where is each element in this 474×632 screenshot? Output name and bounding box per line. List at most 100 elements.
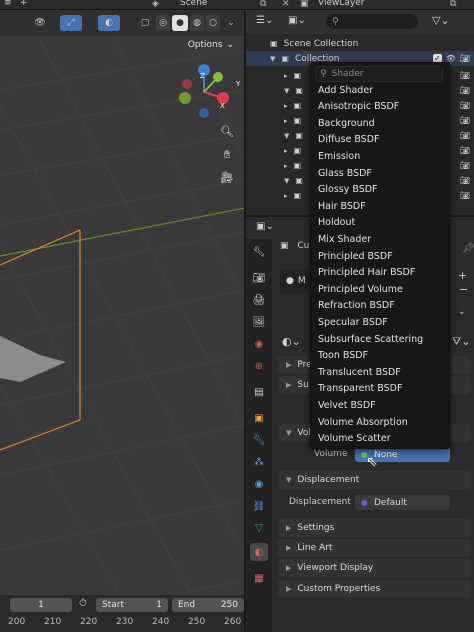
render-tab-icon[interactable]: 📷︎ [250,269,268,287]
slot-specials-icon[interactable]: ⌄ [458,307,466,317]
shader-menu-item[interactable]: Emission [318,148,446,164]
shader-menu-item[interactable]: Principled Hair BSDF [318,265,446,281]
object-tab-icon[interactable]: ▣ [250,409,268,427]
camera-render-icon[interactable]: 📷︎ [460,54,470,63]
overlay-toggle-icon[interactable]: ◐ [98,15,120,31]
material-browse-icon[interactable]: ◐⌄ [282,335,301,348]
material-tab-icon[interactable]: ◐ [250,543,268,561]
shader-menu-item[interactable]: Glossy BSDF [318,182,446,198]
camera-render-icon[interactable]: 📷︎ [460,71,470,80]
camera-render-icon[interactable]: 📷︎ [460,116,470,125]
expand-arrow-icon[interactable]: ▸ [284,162,288,170]
expand-arrow-icon[interactable]: ▼ [270,55,275,63]
particles-tab-icon[interactable]: ⁂ [250,453,268,471]
shader-menu-item[interactable]: Background [318,115,446,131]
shader-menu-item[interactable]: Subsurface Scattering [318,331,446,347]
panel-line-art[interactable]: ▶ Line Art [278,539,470,557]
shader-menu-item[interactable]: Refraction BSDF [318,298,446,314]
collection-tab-icon[interactable]: ▤ [250,383,268,401]
filter-icon[interactable]: ▽⌄ [432,14,450,27]
editor-type-icon[interactable]: ☰⌄ [256,15,273,26]
outliner-row-scene-collection[interactable]: ▣ Scene Collection [246,36,474,51]
shader-menu-item[interactable]: Toon BSDF [318,348,446,364]
expand-arrow-icon[interactable]: ▼ [284,132,289,140]
add-slot-icon[interactable]: + [458,269,467,282]
remove-slot-icon[interactable]: − [459,283,468,296]
viewlayer-selector[interactable]: ViewLayer [318,0,364,8]
expand-arrow-icon[interactable]: ▸ [284,102,288,110]
zoom-icon[interactable]: 🔍︎ [218,122,236,140]
shader-search-input[interactable]: ⚲ Shader [315,66,443,82]
display-mode-icon[interactable]: ▣⌄ [288,15,306,26]
physics-tab-icon[interactable]: ◉ [250,475,268,493]
panel-viewport-display[interactable]: ▶ Viewport Display [278,559,470,577]
scene-selector[interactable]: Scene [180,0,207,8]
gizmo-toggle-icon[interactable]: ⤢ [60,15,82,31]
shader-menu-item[interactable]: Translucent BSDF [318,364,446,380]
camera-render-icon[interactable]: 📷︎ [460,191,470,200]
shader-menu-item[interactable]: Volume Absorption [318,414,446,430]
node-icon[interactable]: ⛛⌄ [452,335,470,349]
expand-arrow-icon[interactable]: ▸ [284,117,288,125]
camera-render-icon[interactable]: 📷︎ [460,176,470,185]
camera-render-icon[interactable]: 📷︎ [460,146,470,155]
modifier-tab-icon[interactable]: 🔧︎ [250,431,268,449]
camera-render-icon[interactable]: 📷︎ [460,131,470,140]
panel-settings[interactable]: ▶ Settings [278,519,470,537]
shader-menu-item[interactable]: Hair BSDF [318,198,446,214]
menu-icon-left[interactable]: ≡ [4,0,12,8]
close-icon[interactable]: ✕ [282,0,290,9]
options-dropdown[interactable]: Options ⌄ [183,38,238,52]
expand-arrow-icon[interactable]: ▸ [284,72,288,80]
expand-arrow-icon[interactable]: ▼ [284,87,289,95]
panel-custom-properties[interactable]: ▶ Custom Properties [278,580,470,598]
add-workspace-icon[interactable]: + [20,0,28,8]
xray-icon[interactable]: ▢ [138,15,152,31]
solid-shading-icon[interactable]: ● [172,15,188,31]
shader-menu-item[interactable]: Principled BSDF [318,248,446,264]
camera-render-icon[interactable]: 📷︎ [460,86,470,95]
copy-viewlayer-icon[interactable]: ⧉ [450,0,456,9]
panel-displacement[interactable]: ▼ Displacement [278,471,470,489]
clock-icon[interactable]: ⏱ [79,598,87,609]
material-slot-list[interactable]: ● M [280,269,310,293]
material-shading-icon[interactable]: ◍ [190,15,204,31]
eye-icon[interactable]: 👁 [30,15,50,31]
outliner-search-input[interactable]: ⚲ [326,14,418,29]
shader-menu-item[interactable]: Glass BSDF [318,165,446,181]
expand-arrow-icon[interactable]: ▼ [284,177,289,185]
camera-render-icon[interactable]: 📷︎ [460,161,470,170]
view-layer-tab-icon[interactable]: 🖼︎ [250,313,268,331]
expand-arrow-icon[interactable]: ▸ [284,192,288,200]
shader-menu-item[interactable]: Holdout [318,215,446,231]
output-tab-icon[interactable]: 🖨︎ [250,291,268,309]
texture-tab-icon[interactable]: ▦ [250,569,268,587]
shader-menu-item[interactable]: Mix Shader [318,231,446,247]
shader-menu-item[interactable]: Volume Scatter [318,431,446,447]
end-frame-field[interactable]: End 250 [172,598,244,612]
shader-menu-item[interactable]: Principled Volume [318,281,446,297]
properties-editor-type-icon[interactable]: ▣⌄ [256,221,274,232]
scene-tab-icon[interactable]: ◉ [250,335,268,353]
copy-icon[interactable]: ⧉ [260,0,266,9]
shader-menu-item[interactable]: Velvet BSDF [318,397,446,413]
current-frame-field[interactable]: 1 [10,598,72,612]
shader-menu-item[interactable]: Transparent BSDF [318,381,446,397]
camera-render-icon[interactable]: 📷︎ [460,101,470,110]
data-tab-icon[interactable]: ▽ [250,519,268,537]
navigation-gizmo[interactable] [176,62,245,122]
rendered-shading-icon[interactable]: ○ [206,15,220,31]
tool-tab-icon[interactable]: 🔧︎ [250,243,268,261]
start-frame-field[interactable]: Start 1 [96,598,168,612]
shader-menu-item[interactable]: Specular BSDF [318,314,446,330]
camera-icon[interactable]: 🎥︎ [218,168,236,186]
shader-menu-item[interactable]: Diffuse BSDF [318,132,446,148]
shader-menu-item[interactable]: Anisotropic BSDF [318,99,446,115]
wireframe-shading-icon[interactable]: ◎ [156,15,170,31]
constraints-tab-icon[interactable]: ⛓ [250,497,268,515]
shader-menu-item[interactable]: Add Shader [318,82,446,98]
world-tab-icon[interactable]: ⊕ [250,357,268,375]
pin-icon[interactable]: 📌︎ [462,243,474,254]
expand-arrow-icon[interactable]: ▸ [284,147,288,155]
pan-hand-icon[interactable]: ✋︎ [218,146,236,164]
